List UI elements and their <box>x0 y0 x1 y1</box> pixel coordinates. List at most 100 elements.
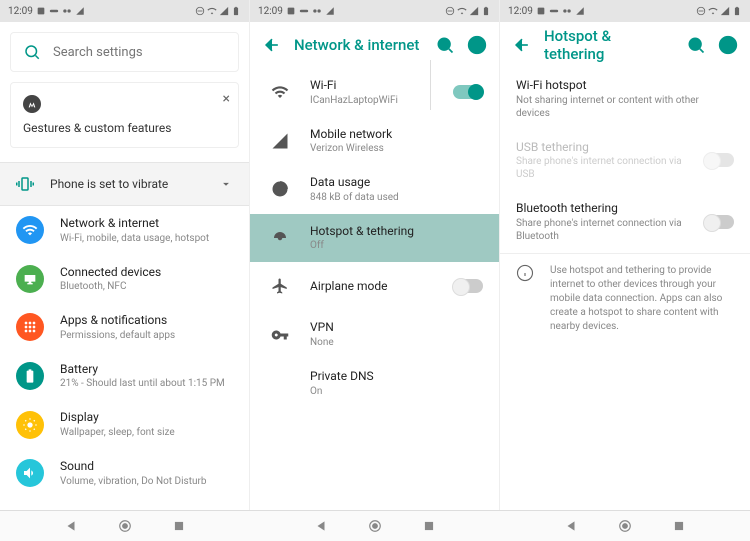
signal-icon <box>720 6 730 16</box>
notif-icon <box>299 6 309 16</box>
notif-icon <box>536 6 546 16</box>
signal-icon <box>469 6 479 16</box>
item-title: USB tethering <box>516 140 688 156</box>
item-vpn[interactable]: VPNNone <box>250 310 499 359</box>
item-display[interactable]: DisplayWallpaper, sleep, font size <box>0 400 249 449</box>
dnd-icon <box>696 6 706 16</box>
chevron-down-icon <box>219 177 233 191</box>
item-dns[interactable]: Private DNSOn <box>250 359 499 408</box>
display-icon <box>16 411 44 439</box>
settings-panel: 12:09 × Gestures & custom features Phone… <box>0 0 250 510</box>
item-title: Data usage <box>310 175 483 191</box>
wifi-icon <box>16 216 44 244</box>
airplane-toggle[interactable] <box>453 279 483 293</box>
back-icon[interactable] <box>512 35 532 55</box>
status-bar: 12:09 <box>0 0 249 22</box>
network-list: Wi-FiICanHazLaptopWiFi Mobile networkVer… <box>250 68 499 510</box>
nav-recent-icon[interactable] <box>422 519 436 533</box>
item-sub: Volume, vibration, Do Not Disturb <box>60 475 233 488</box>
nav-back-icon[interactable] <box>314 519 328 533</box>
item-title: Wi-Fi <box>310 78 437 94</box>
item-title: Apps & notifications <box>60 313 233 329</box>
item-title: Airplane mode <box>310 279 437 295</box>
notif-icon <box>562 6 572 16</box>
item-datausage[interactable]: Data usage848 kB of data used <box>250 165 499 214</box>
item-mobile[interactable]: Mobile networkVerizon Wireless <box>250 117 499 166</box>
item-title: Connected devices <box>60 265 233 281</box>
item-apps[interactable]: Apps & notificationsPermissions, default… <box>0 303 249 352</box>
search-icon[interactable] <box>435 35 455 55</box>
item-bt-tethering[interactable]: Bluetooth tetheringShare phone's interne… <box>500 191 750 253</box>
clock: 12:09 <box>8 6 33 17</box>
item-wifi[interactable]: Wi-FiICanHazLaptopWiFi <box>250 68 499 117</box>
motorola-logo-icon <box>23 95 41 113</box>
item-sub: 21% - Should last until about 1:15 PM <box>60 377 233 390</box>
wifi-icon <box>266 78 294 106</box>
nav-home-icon[interactable] <box>368 519 382 533</box>
item-battery[interactable]: Battery21% - Should last until about 1:1… <box>0 352 249 401</box>
notif-icon <box>549 6 559 16</box>
back-icon[interactable] <box>262 35 282 55</box>
item-title: Network & internet <box>60 216 233 232</box>
network-panel: 12:09 Network & internet Wi-FiICanHazLap… <box>250 0 500 510</box>
search-input[interactable] <box>53 45 226 60</box>
info-text: Use hotspot and tethering to provide int… <box>550 264 734 334</box>
item-sub: Off <box>310 239 483 252</box>
notif-icon <box>75 6 85 16</box>
notif-icon <box>62 6 72 16</box>
notif-icon <box>49 6 59 16</box>
vibrate-row[interactable]: Phone is set to vibrate <box>0 162 249 206</box>
item-title: Private DNS <box>310 369 483 385</box>
info-icon <box>516 264 534 282</box>
item-airplane[interactable]: Airplane mode <box>250 262 499 310</box>
search-card[interactable] <box>10 32 239 72</box>
item-sound[interactable]: SoundVolume, vibration, Do Not Disturb <box>0 449 249 498</box>
battery-icon <box>732 6 742 16</box>
dnd-icon <box>195 6 205 16</box>
item-connected[interactable]: Connected devicesBluetooth, NFC <box>0 255 249 304</box>
item-title: Display <box>60 410 233 426</box>
bt-toggle[interactable] <box>704 215 734 229</box>
apps-icon <box>16 313 44 341</box>
header: Hotspot & tethering <box>500 22 750 68</box>
nav-recent-icon[interactable] <box>672 519 686 533</box>
dnd-icon <box>445 6 455 16</box>
item-sub: Share phone's internet connection via Bl… <box>516 217 688 243</box>
wifi-toggle[interactable] <box>453 85 483 99</box>
nav-back-icon[interactable] <box>564 519 578 533</box>
nav-home-icon[interactable] <box>618 519 632 533</box>
clock: 12:09 <box>508 6 533 17</box>
item-sub: 848 kB of data used <box>310 191 483 204</box>
item-sub: On <box>310 385 483 398</box>
vibrate-icon <box>16 175 34 193</box>
item-sub: Verizon Wireless <box>310 142 483 155</box>
help-icon[interactable] <box>467 35 487 55</box>
item-title: VPN <box>310 320 483 336</box>
nav-home-icon[interactable] <box>118 519 132 533</box>
notif-icon <box>286 6 296 16</box>
item-sub: Wi-Fi, mobile, data usage, hotspot <box>60 232 233 245</box>
help-icon[interactable] <box>718 35 738 55</box>
notif-icon <box>312 6 322 16</box>
promo-card[interactable]: × Gestures & custom features <box>10 82 239 148</box>
wifi-icon <box>708 6 718 16</box>
item-title: Sound <box>60 459 233 475</box>
promo-title: Gestures & custom features <box>23 121 226 135</box>
nav-recent-icon[interactable] <box>172 519 186 533</box>
nav-back-icon[interactable] <box>64 519 78 533</box>
signal-icon <box>266 127 294 155</box>
hotspot-panel: 12:09 Hotspot & tethering Wi-Fi hotspotN… <box>500 0 750 510</box>
item-title: Mobile network <box>310 127 483 143</box>
vibrate-label: Phone is set to vibrate <box>50 177 203 191</box>
item-title: Wi-Fi hotspot <box>516 78 734 94</box>
notif-icon <box>575 6 585 16</box>
item-network[interactable]: Network & internetWi-Fi, mobile, data us… <box>0 206 249 255</box>
item-wifi-hotspot[interactable]: Wi-Fi hotspotNot sharing internet or con… <box>500 68 750 130</box>
nav-bar <box>0 510 750 541</box>
notif-icon <box>325 6 335 16</box>
item-hotspot[interactable]: Hotspot & tetheringOff <box>250 214 499 263</box>
item-title: Battery <box>60 362 233 378</box>
item-sub: Wallpaper, sleep, font size <box>60 426 233 439</box>
search-icon[interactable] <box>686 35 706 55</box>
close-icon[interactable]: × <box>223 91 230 107</box>
